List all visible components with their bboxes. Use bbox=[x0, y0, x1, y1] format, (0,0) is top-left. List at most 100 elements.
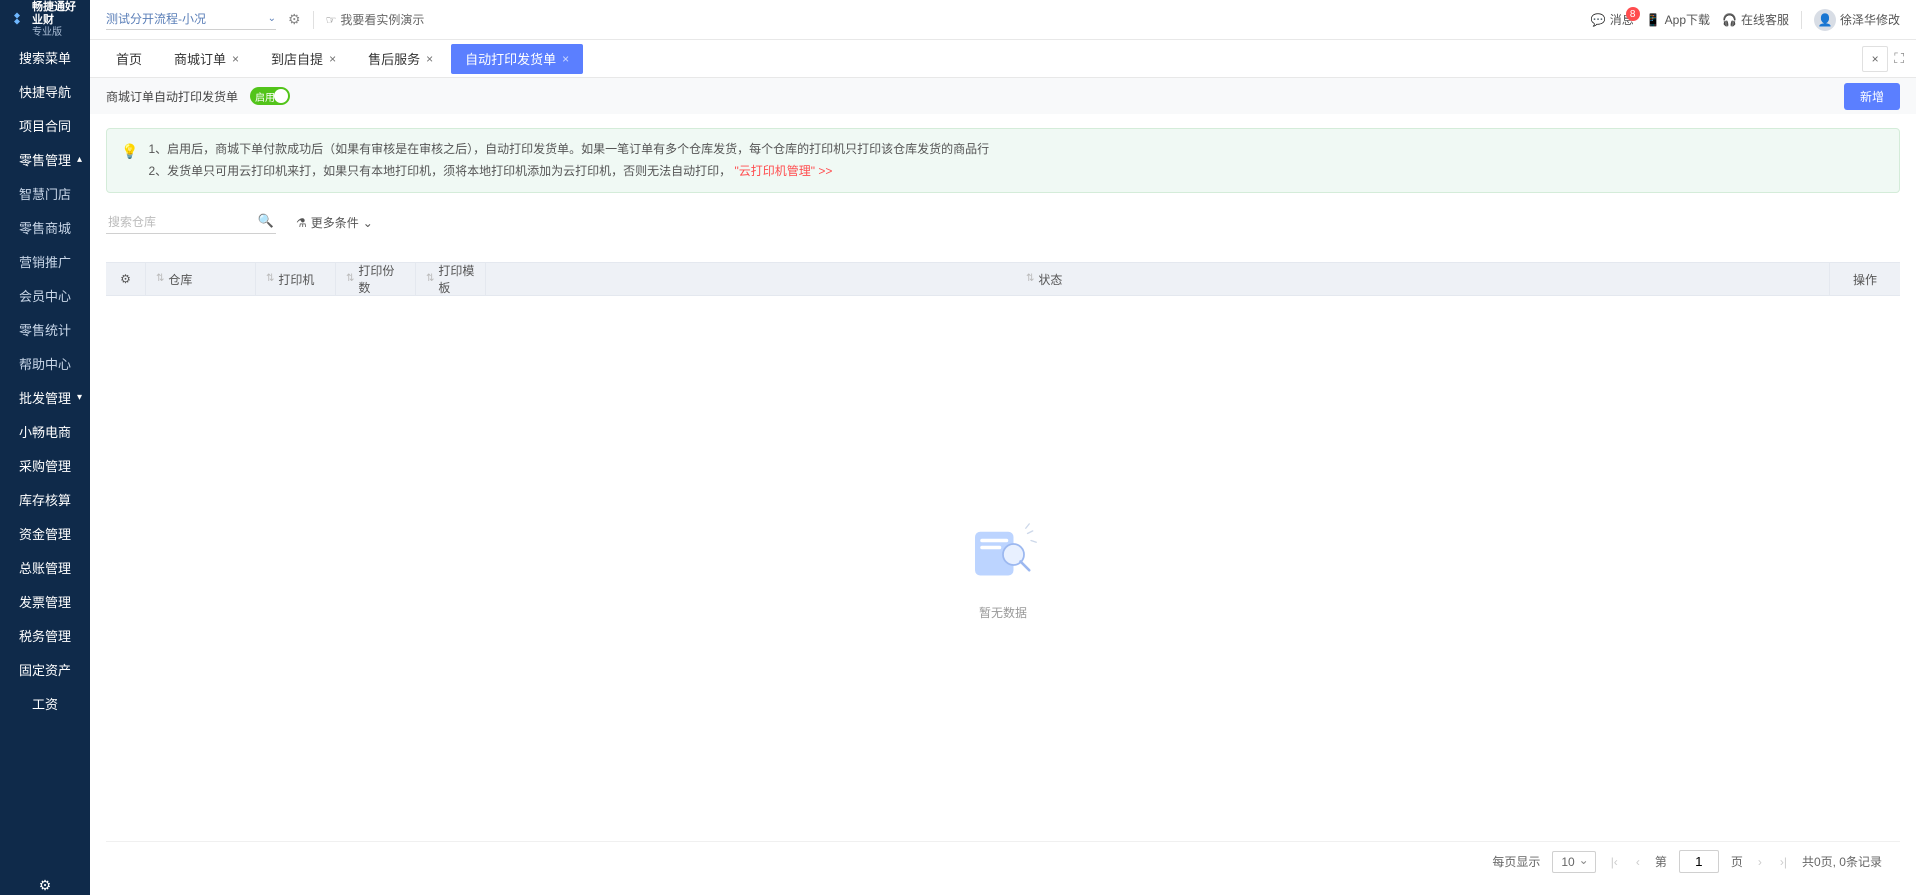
info-line-2-text: 2、发货单只可用云打印机来打，如果只有本地打印机，须将本地打印机添加为云打印机，… bbox=[148, 164, 731, 178]
filter-icon: ⚗ bbox=[296, 216, 307, 230]
divider bbox=[313, 11, 314, 29]
search-icon[interactable]: 🔍 bbox=[258, 213, 274, 229]
tab-label: 自动打印发货单 bbox=[465, 49, 556, 68]
page-size-select[interactable]: 10 bbox=[1552, 851, 1595, 873]
first-page-button[interactable]: |‹ bbox=[1608, 855, 1621, 869]
sidebar-item-ledger[interactable]: 总账管理 bbox=[0, 550, 90, 584]
sidebar-settings-icon[interactable]: ⚙ bbox=[39, 877, 52, 894]
demo-link-text: 我要看实例演示 bbox=[340, 11, 424, 28]
tab-home[interactable]: 首页 bbox=[102, 44, 156, 74]
next-page-button[interactable]: › bbox=[1755, 855, 1765, 869]
column-settings-button[interactable]: ⚙ bbox=[106, 263, 146, 295]
sidebar-nav: 搜索菜单 快捷导航 项目合同 零售管理 智慧门店 零售商城 营销推广 会员中心 … bbox=[0, 40, 90, 875]
th-label: 仓库 bbox=[168, 271, 192, 288]
sidebar-sub-smart-store[interactable]: 智慧门店 bbox=[0, 176, 90, 210]
last-page-button[interactable]: ›| bbox=[1777, 855, 1790, 869]
page-prefix: 第 bbox=[1655, 853, 1667, 870]
enable-toggle[interactable]: 启用 bbox=[250, 87, 290, 105]
message-button[interactable]: 💬 消息 8 bbox=[1591, 11, 1634, 28]
tab-label: 商城订单 bbox=[174, 49, 226, 68]
more-filters-label: 更多条件 bbox=[311, 214, 359, 231]
sidebar-item-purchase[interactable]: 采购管理 bbox=[0, 448, 90, 482]
flow-selector[interactable]: 测试分开流程-小况 ⌄ bbox=[106, 10, 276, 30]
toggle-label: 启用 bbox=[255, 89, 275, 104]
demo-link[interactable]: ☞ 我要看实例演示 bbox=[326, 11, 425, 28]
prev-page-button[interactable]: ‹ bbox=[1633, 855, 1643, 869]
close-icon[interactable]: × bbox=[232, 52, 239, 66]
support-button[interactable]: 🎧 在线客服 bbox=[1722, 11, 1789, 28]
tab-auto-print[interactable]: 自动打印发货单 × bbox=[451, 44, 583, 74]
page-input[interactable] bbox=[1679, 850, 1719, 873]
search-input[interactable] bbox=[106, 211, 276, 234]
chat-icon: 💬 bbox=[1591, 13, 1606, 27]
sidebar-sub-retail-mall[interactable]: 零售商城 bbox=[0, 210, 90, 244]
search-row: 🔍 ⚗ 更多条件 ⌄ bbox=[106, 211, 1900, 234]
close-icon[interactable]: × bbox=[426, 52, 433, 66]
avatar: 👤 bbox=[1814, 9, 1836, 31]
content: 💡 1、启用后，商城下单付款成功后（如果有审核是在审核之后），自动打印发货单。如… bbox=[90, 114, 1916, 895]
sidebar-item-retail-mgmt[interactable]: 零售管理 bbox=[0, 142, 90, 176]
top-header: 测试分开流程-小况 ⌄ ⚙ ☞ 我要看实例演示 💬 消息 8 📱 App下载 🎧 bbox=[90, 0, 1916, 40]
empty-text: 暂无数据 bbox=[979, 604, 1027, 621]
tab-label: 首页 bbox=[116, 49, 142, 68]
sort-icon: ⇅ bbox=[266, 276, 274, 282]
th-action: 操作 bbox=[1830, 263, 1900, 295]
close-icon[interactable]: × bbox=[329, 52, 336, 66]
brand-name: 畅捷通好业财 bbox=[32, 1, 82, 27]
sidebar-sub-member-center[interactable]: 会员中心 bbox=[0, 278, 90, 312]
sidebar-item-fund[interactable]: 资金管理 bbox=[0, 516, 90, 550]
cloud-printer-link[interactable]: "云打印机管理" >> bbox=[734, 164, 832, 178]
th-warehouse[interactable]: ⇅ 仓库 bbox=[146, 263, 256, 295]
sidebar-sub-help-center[interactable]: 帮助中心 bbox=[0, 346, 90, 380]
sidebar-item-wholesale[interactable]: 批发管理 bbox=[0, 380, 90, 414]
tab-store-pickup[interactable]: 到店自提 × bbox=[257, 44, 350, 74]
sidebar-item-invoice[interactable]: 发票管理 bbox=[0, 584, 90, 618]
sidebar-sub-retail-stats[interactable]: 零售统计 bbox=[0, 312, 90, 346]
info-line-2: 2、发货单只可用云打印机来打，如果只有本地打印机，须将本地打印机添加为云打印机，… bbox=[148, 161, 989, 183]
hand-icon: ☞ bbox=[326, 13, 337, 27]
table-header: ⚙ ⇅ 仓库 ⇅ 打印机 ⇅ 打印份数 ⇅ 打印模板 bbox=[106, 262, 1900, 296]
tab-after-sales[interactable]: 售后服务 × bbox=[354, 44, 447, 74]
sidebar-item-salary[interactable]: 工资 bbox=[0, 686, 90, 720]
sidebar-item-inventory[interactable]: 库存核算 bbox=[0, 482, 90, 516]
fullscreen-icon[interactable]: ⛶ bbox=[1894, 50, 1904, 67]
new-button[interactable]: 新增 bbox=[1844, 83, 1900, 110]
sidebar-item-ecommerce[interactable]: 小畅电商 bbox=[0, 414, 90, 448]
user-name: 徐泽华修改 bbox=[1840, 11, 1900, 28]
tab-mall-order[interactable]: 商城订单 × bbox=[160, 44, 253, 74]
brand-logo: 畅捷通好业财 专业版 bbox=[0, 0, 90, 40]
app-download-button[interactable]: 📱 App下载 bbox=[1646, 11, 1710, 28]
sort-icon: ⇅ bbox=[346, 276, 354, 282]
sidebar-item-quick-nav[interactable]: 快捷导航 bbox=[0, 74, 90, 108]
th-template[interactable]: ⇅ 打印模板 bbox=[416, 263, 486, 295]
flow-name-text: 测试分开流程-小况 bbox=[106, 10, 206, 27]
empty-illustration-icon bbox=[958, 516, 1048, 586]
info-banner: 💡 1、启用后，商城下单付款成功后（如果有审核是在审核之后），自动打印发货单。如… bbox=[106, 128, 1900, 193]
support-label: 在线客服 bbox=[1741, 11, 1789, 28]
user-menu[interactable]: 👤 徐泽华修改 bbox=[1814, 9, 1900, 31]
page-suffix: 页 bbox=[1731, 853, 1743, 870]
th-copies[interactable]: ⇅ 打印份数 bbox=[336, 263, 416, 295]
close-icon[interactable]: × bbox=[562, 52, 569, 66]
tab-label: 售后服务 bbox=[368, 49, 420, 68]
pager-summary: 共0页, 0条记录 bbox=[1802, 853, 1882, 870]
chevron-down-icon: ⌄ bbox=[268, 13, 276, 24]
th-printer[interactable]: ⇅ 打印机 bbox=[256, 263, 336, 295]
sidebar-item-search-menu[interactable]: 搜索菜单 bbox=[0, 40, 90, 74]
headset-icon: 🎧 bbox=[1722, 13, 1737, 27]
message-badge: 8 bbox=[1626, 7, 1640, 21]
settings-icon[interactable]: ⚙ bbox=[288, 11, 301, 28]
more-filters-button[interactable]: ⚗ 更多条件 ⌄ bbox=[296, 214, 373, 231]
th-label: 打印份数 bbox=[358, 262, 405, 296]
close-all-tabs-button[interactable]: × bbox=[1862, 46, 1888, 72]
per-page-label: 每页显示 bbox=[1492, 853, 1540, 870]
phone-icon: 📱 bbox=[1646, 13, 1661, 27]
sidebar-sub-marketing[interactable]: 营销推广 bbox=[0, 244, 90, 278]
toggle-knob bbox=[274, 89, 288, 103]
sidebar-item-tax[interactable]: 税务管理 bbox=[0, 618, 90, 652]
sidebar-item-fixed-asset[interactable]: 固定资产 bbox=[0, 652, 90, 686]
sort-icon: ⇅ bbox=[426, 276, 434, 282]
sidebar-item-project-contract[interactable]: 项目合同 bbox=[0, 108, 90, 142]
brand-edition: 专业版 bbox=[32, 27, 82, 39]
th-status[interactable]: ⇅ 状态 bbox=[486, 263, 1830, 295]
